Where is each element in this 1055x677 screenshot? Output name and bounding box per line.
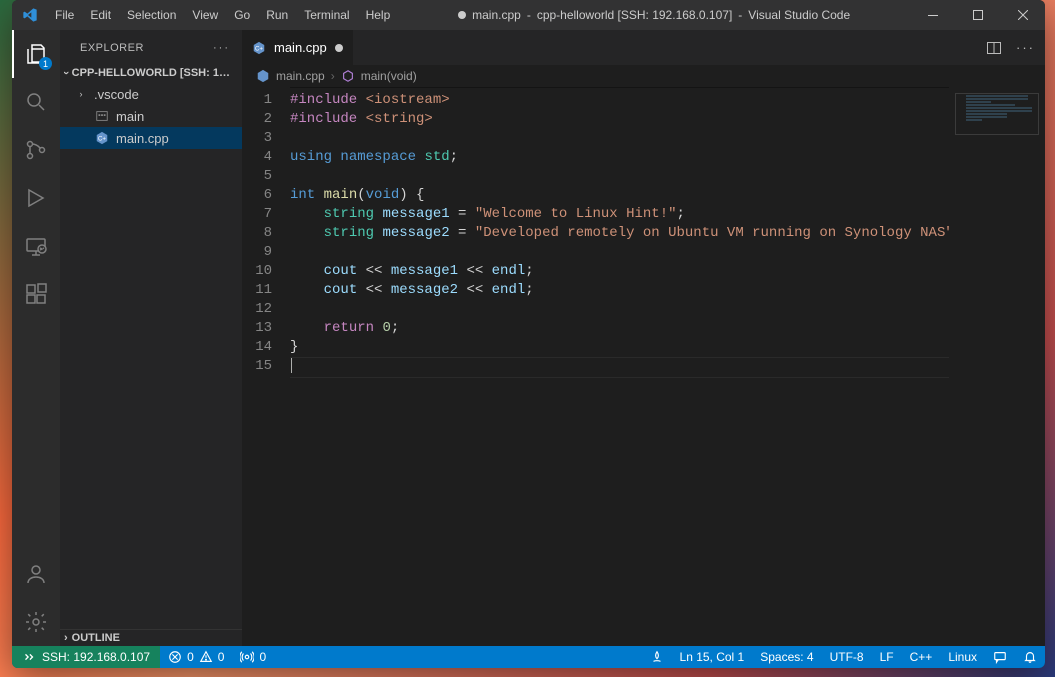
title-file: main.cpp [472, 8, 521, 22]
title-app: Visual Studio Code [748, 8, 850, 22]
symbol-method-icon [341, 69, 355, 83]
menu-selection[interactable]: Selection [119, 0, 184, 30]
breadcrumb-symbol: main(void) [361, 69, 417, 83]
activity-run-debug[interactable] [12, 174, 60, 222]
binary-file-icon [94, 109, 110, 123]
sidebar-outline-header[interactable]: › OUTLINE [60, 629, 242, 646]
code-editor[interactable]: 123456789101112131415 #include <iostream… [242, 87, 1045, 646]
status-errors: 0 [187, 650, 194, 664]
menu-bar: File Edit Selection View Go Run Terminal… [47, 0, 398, 30]
title-project: cpp-helloworld [SSH: 192.168.0.107] [537, 8, 732, 22]
outline-label: OUTLINE [72, 632, 120, 644]
code-content[interactable]: #include <iostream>#include <string>usin… [290, 87, 1045, 646]
status-ports[interactable]: 0 [232, 646, 274, 668]
activity-search[interactable] [12, 78, 60, 126]
sidebar-folder-name: CPP-HELLOWORLD [SSH: 1… [72, 67, 230, 79]
svg-text:C+: C+ [98, 136, 106, 143]
explorer-badge: 1 [39, 57, 52, 70]
editor-actions: ··· [976, 30, 1045, 65]
split-editor-icon[interactable] [986, 40, 1002, 56]
editor-group: C+ main.cpp ··· main.cpp › main(void) 12… [242, 30, 1045, 646]
status-encoding[interactable]: UTF-8 [822, 646, 872, 668]
status-feedback-icon[interactable] [985, 646, 1015, 668]
editor-more-icon[interactable]: ··· [1016, 40, 1035, 55]
tab-maincpp[interactable]: C+ main.cpp [242, 30, 354, 65]
status-problems[interactable]: 0 0 [160, 646, 232, 668]
menu-help[interactable]: Help [358, 0, 399, 30]
status-ports-value: 0 [259, 650, 266, 664]
menu-file[interactable]: File [47, 0, 82, 30]
status-line-col[interactable]: Ln 15, Col 1 [672, 646, 753, 668]
cpp-file-icon: C+ [94, 131, 110, 145]
tree-file-maincpp[interactable]: C+ main.cpp [60, 127, 242, 149]
sidebar-more-icon[interactable]: ··· [213, 42, 230, 54]
window-controls [910, 0, 1045, 30]
status-indent[interactable]: Spaces: 4 [752, 646, 821, 668]
status-eol[interactable]: LF [872, 646, 902, 668]
sidebar: EXPLORER ··· › CPP-HELLOWORLD [SSH: 1… ›… [60, 30, 242, 646]
status-bell-icon[interactable] [1015, 646, 1045, 668]
editor-tabs: C+ main.cpp ··· [242, 30, 1045, 65]
menu-view[interactable]: View [184, 0, 226, 30]
activity-remote-explorer[interactable] [12, 222, 60, 270]
vscode-logo-icon [12, 7, 47, 23]
sidebar-title-text: EXPLORER [80, 42, 144, 54]
activity-extensions[interactable] [12, 270, 60, 318]
menu-run[interactable]: Run [258, 0, 296, 30]
window-title: main.cpp - cpp-helloworld [SSH: 192.168.… [398, 8, 910, 22]
status-remote[interactable]: SSH: 192.168.0.107 [12, 646, 160, 668]
svg-text:C+: C+ [255, 45, 263, 52]
status-language[interactable]: C++ [902, 646, 941, 668]
close-button[interactable] [1000, 0, 1045, 30]
vscode-window: File Edit Selection View Go Run Terminal… [12, 0, 1045, 668]
status-target[interactable]: Linux [940, 646, 985, 668]
tree-file-main[interactable]: main [60, 105, 242, 127]
menu-go[interactable]: Go [226, 0, 258, 30]
tree-folder-vscode[interactable]: › .vscode [60, 83, 242, 105]
menu-terminal[interactable]: Terminal [296, 0, 357, 30]
minimap[interactable] [949, 87, 1045, 646]
tab-dirty-icon [335, 44, 343, 52]
menu-edit[interactable]: Edit [82, 0, 119, 30]
breadcrumb[interactable]: main.cpp › main(void) [242, 65, 1045, 87]
chevron-right-icon: › [64, 632, 68, 644]
activity-source-control[interactable] [12, 126, 60, 174]
chevron-right-icon: › [74, 89, 88, 99]
sidebar-folder-header[interactable]: › CPP-HELLOWORLD [SSH: 1… [60, 65, 242, 81]
workbench: 1 [12, 30, 1045, 646]
tree-label: main [116, 109, 144, 124]
sidebar-title: EXPLORER ··· [60, 30, 242, 65]
tree-label: .vscode [94, 87, 139, 102]
maximize-button[interactable] [955, 0, 1000, 30]
activity-settings[interactable] [12, 598, 60, 646]
file-tree: › .vscode main C+ main.cpp [60, 81, 242, 151]
status-bar: SSH: 192.168.0.107 0 0 0 Ln 15, Col 1 Sp… [12, 646, 1045, 668]
breadcrumb-file: main.cpp [276, 69, 325, 83]
status-remote-label: SSH: 192.168.0.107 [42, 650, 150, 664]
activity-bar: 1 [12, 30, 60, 646]
dirty-indicator-icon [458, 11, 466, 19]
title-bar: File Edit Selection View Go Run Terminal… [12, 0, 1045, 30]
activity-accounts[interactable] [12, 550, 60, 598]
tree-label: main.cpp [116, 131, 169, 146]
line-gutter: 123456789101112131415 [242, 87, 290, 646]
tab-label: main.cpp [274, 40, 327, 55]
status-cmake[interactable] [642, 646, 672, 668]
chevron-right-icon: › [331, 69, 335, 83]
status-warnings: 0 [218, 650, 225, 664]
activity-explorer[interactable]: 1 [12, 30, 60, 78]
chevron-down-icon: › [60, 71, 72, 75]
minimize-button[interactable] [910, 0, 955, 30]
cpp-file-icon: C+ [252, 41, 266, 55]
cpp-file-icon [256, 69, 270, 83]
